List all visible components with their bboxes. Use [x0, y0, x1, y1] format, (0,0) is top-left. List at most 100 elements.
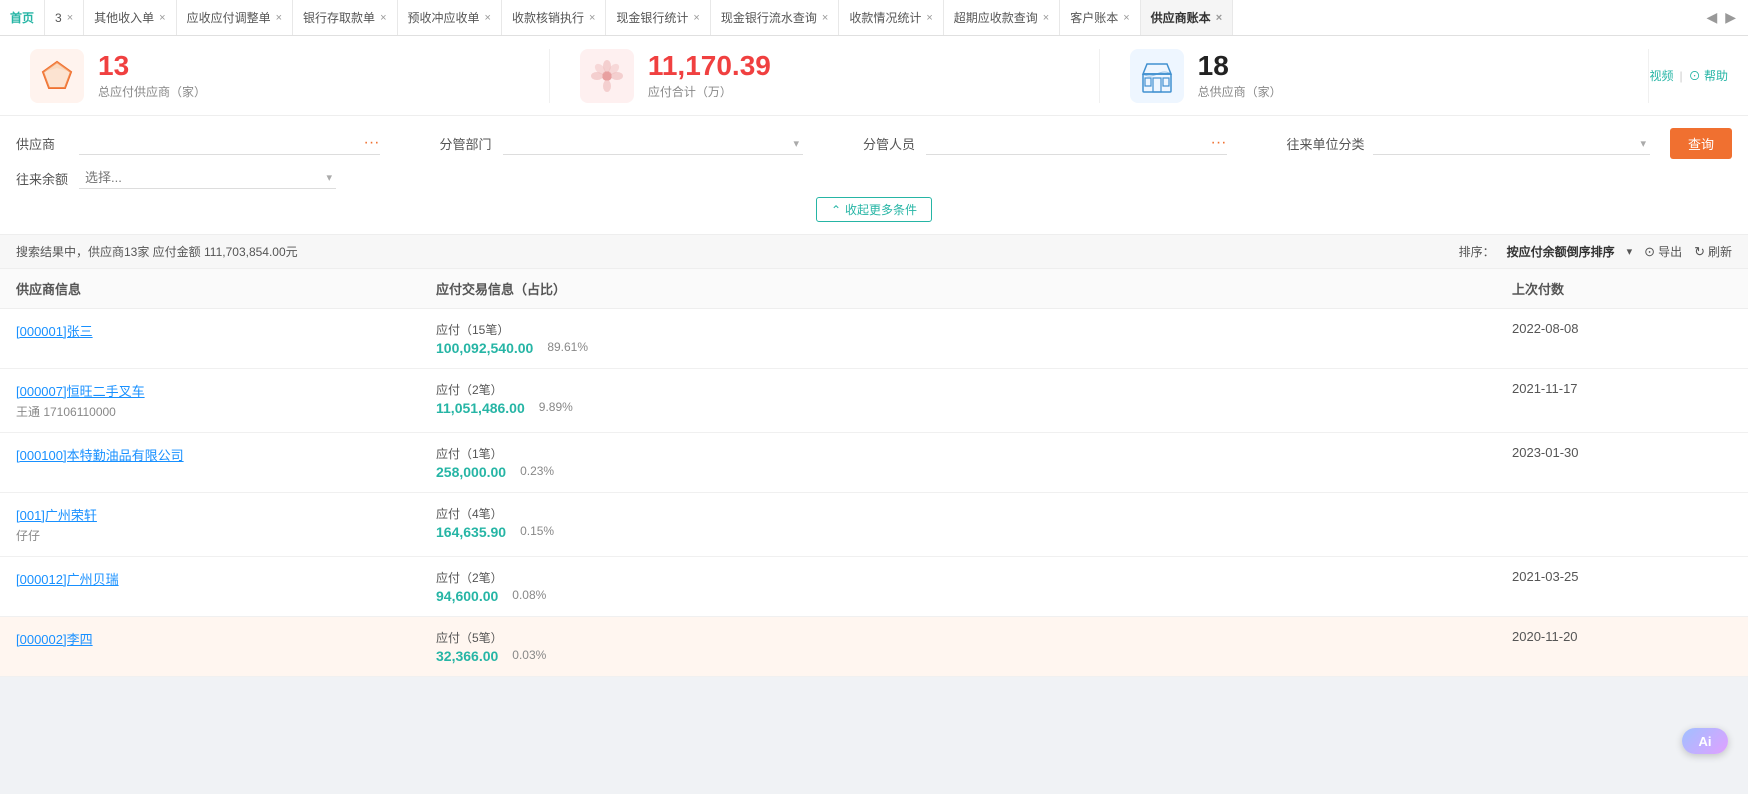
- lastpay-2: 2021-11-17: [1512, 381, 1732, 420]
- supplier-input[interactable]: [79, 133, 362, 154]
- nav-cash-bank-flow-label: 现金银行流水查询: [721, 9, 817, 26]
- nav-cash-bank-stats-label: 现金银行统计: [616, 9, 688, 26]
- trans-label-4: 应付（4笔）: [436, 505, 1512, 522]
- close-icon[interactable]: ×: [926, 12, 932, 24]
- supplier-link-6[interactable]: [000002]李四: [16, 629, 436, 648]
- export-icon: ⊙: [1644, 244, 1655, 260]
- nav-tab-home[interactable]: 首页: [0, 0, 45, 36]
- video-link[interactable]: 视频: [1650, 67, 1674, 84]
- category-input[interactable]: [1373, 133, 1641, 154]
- collapse-up-icon: ⌃: [831, 203, 841, 217]
- ai-button[interactable]: Ai: [1682, 728, 1728, 754]
- close-icon[interactable]: ×: [1043, 12, 1049, 24]
- search-button[interactable]: 查询: [1670, 128, 1732, 159]
- sort-dropdown-arrow[interactable]: ▾: [1627, 245, 1633, 258]
- close-icon[interactable]: ×: [822, 12, 828, 24]
- nav-tab-receipt-stats[interactable]: 收款情况统计 ×: [839, 0, 943, 36]
- filter-person: 分管人员 ···: [863, 133, 1227, 155]
- nav-tab-supplier-account[interactable]: 供应商账本 ×: [1141, 0, 1233, 36]
- trans-label-5: 应付（2笔）: [436, 569, 1512, 586]
- nav-tab-adjustment[interactable]: 应收应付调整单 ×: [177, 0, 293, 36]
- transaction-detail-3: 应付（1笔） 258,000.00 0.23%: [436, 445, 1512, 480]
- trans-amount-row-2: 11,051,486.00 9.89%: [436, 398, 1512, 416]
- stat-payable-suppliers-number: 13: [98, 51, 206, 82]
- close-icon[interactable]: ×: [276, 12, 282, 24]
- nav-tab-cash-bank-flow[interactable]: 现金银行流水查询 ×: [711, 0, 839, 36]
- nav-tab-customer-account[interactable]: 客户账本 ×: [1060, 0, 1140, 36]
- supplier-link-5[interactable]: [000012]广州贝瑞: [16, 569, 436, 588]
- close-icon[interactable]: ×: [589, 12, 595, 24]
- nav-customer-account-label: 客户账本: [1070, 9, 1118, 26]
- trans-pct-3: 0.23%: [520, 464, 554, 478]
- nav-tab-other-income[interactable]: 其他收入单 ×: [84, 0, 176, 36]
- table-row: [001]广州荣轩 仔仔 应付（4笔） 164,635.90 0.15%: [0, 493, 1748, 557]
- table-row: [000012]广州贝瑞 应付（2笔） 94,600.00 0.08% 2021…: [0, 557, 1748, 617]
- header-actions: 视频 | ⊙ 帮助: [1650, 67, 1748, 84]
- transaction-info-5: 应付（2笔） 94,600.00 0.08%: [436, 569, 1512, 604]
- supplier-link-2[interactable]: [000007]恒旺二手叉车: [16, 381, 436, 400]
- filter-supplier: 供应商 ···: [16, 133, 380, 155]
- trans-pct-5: 0.08%: [512, 588, 546, 602]
- supplier-link-3[interactable]: [000100]本特勤油品有限公司: [16, 445, 436, 464]
- top-navigation: 首页 3 × 其他收入单 × 应收应付调整单 × 银行存取款单 × 预收冲应收单…: [0, 0, 1748, 36]
- result-right-actions: 排序： 按应付余额倒序排序 ▾ ⊙ 导出 ↻ 刷新: [1459, 243, 1732, 260]
- trans-amount-row-5: 94,600.00 0.08%: [436, 586, 1512, 604]
- sort-value[interactable]: 按应付余额倒序排序: [1507, 243, 1615, 260]
- stat-payable-suppliers-info: 13 总应付供应商（家）: [98, 51, 206, 101]
- supplier-sub-4: 仔仔: [16, 527, 436, 544]
- result-summary: 搜索结果中，供应商13家 应付金额 111,703,854.00元: [16, 243, 298, 260]
- refresh-button[interactable]: ↻ 刷新: [1694, 243, 1732, 260]
- table-row: [000007]恒旺二手叉车 王通 17106110000 应付（2笔） 11,…: [0, 369, 1748, 433]
- close-icon[interactable]: ×: [1216, 12, 1222, 24]
- filter-row-2: 往来余额 ▾: [16, 167, 1732, 189]
- export-label: 导出: [1658, 243, 1682, 260]
- supplier-link-4[interactable]: [001]广州荣轩: [16, 505, 436, 524]
- close-icon[interactable]: ×: [1123, 12, 1129, 24]
- nav-home-label: 首页: [10, 9, 34, 26]
- filter-category: 往来单位分类 ▾: [1287, 133, 1651, 155]
- nav-tab-overdue-query[interactable]: 超期应收款查询 ×: [944, 0, 1060, 36]
- flower-icon: [580, 49, 634, 103]
- supplier-info-1: [000001]张三: [16, 321, 436, 356]
- trans-pct-1: 89.61%: [547, 340, 588, 354]
- refresh-icon: ↻: [1694, 244, 1705, 260]
- nav-prev-arrow[interactable]: ◀: [1702, 7, 1721, 28]
- supplier-link-1[interactable]: [000001]张三: [16, 321, 436, 340]
- nav-tab-advance-collect[interactable]: 预收冲应收单 ×: [398, 0, 502, 36]
- nav-overdue-query-label: 超期应收款查询: [954, 9, 1038, 26]
- person-input[interactable]: [926, 133, 1209, 154]
- supplier-sub-2: 王通 17106110000: [16, 403, 436, 420]
- nav-tab-3[interactable]: 3 ×: [45, 0, 84, 36]
- trans-pct-4: 0.15%: [520, 524, 554, 538]
- store-icon: [1130, 49, 1184, 103]
- category-input-wrap: ▾: [1373, 133, 1650, 155]
- help-link[interactable]: ⊙ 帮助: [1689, 67, 1728, 84]
- balance-dropdown-arrow[interactable]: ▾: [326, 171, 336, 184]
- transaction-detail-2: 应付（2笔） 11,051,486.00 9.89%: [436, 381, 1512, 416]
- close-icon[interactable]: ×: [693, 12, 699, 24]
- dept-dropdown-arrow[interactable]: ▾: [793, 137, 803, 150]
- category-dropdown-arrow[interactable]: ▾: [1640, 137, 1650, 150]
- nav-tab-receipt-verify[interactable]: 收款核销执行 ×: [502, 0, 606, 36]
- stat-total-suppliers-info: 18 总供应商（家）: [1198, 51, 1282, 101]
- nav-receipt-verify-label: 收款核销执行: [512, 9, 584, 26]
- lastpay-5: 2021-03-25: [1512, 569, 1732, 604]
- person-dots-icon[interactable]: ···: [1211, 134, 1227, 152]
- close-icon[interactable]: ×: [159, 12, 165, 24]
- nav-tab-bank-deposit[interactable]: 银行存取款单 ×: [293, 0, 397, 36]
- close-icon[interactable]: ×: [67, 12, 73, 24]
- close-icon[interactable]: ×: [485, 12, 491, 24]
- close-icon[interactable]: ×: [380, 12, 386, 24]
- lastpay-6: 2020-11-20: [1512, 629, 1732, 664]
- transaction-info-3: 应付（1笔） 258,000.00 0.23%: [436, 445, 1512, 480]
- supplier-dots-icon[interactable]: ···: [364, 134, 380, 152]
- balance-input[interactable]: [79, 167, 326, 188]
- nav-tab-cash-bank-stats[interactable]: 现金银行统计 ×: [606, 0, 710, 36]
- category-filter-label: 往来单位分类: [1287, 134, 1365, 153]
- collapse-button[interactable]: ⌃ 收起更多条件: [816, 197, 932, 222]
- header-lastpay: 上次付数: [1512, 279, 1732, 298]
- nav-next-arrow[interactable]: ▶: [1721, 7, 1740, 28]
- dept-input[interactable]: [503, 133, 794, 154]
- transaction-info-4: 应付（4笔） 164,635.90 0.15%: [436, 505, 1512, 544]
- export-button[interactable]: ⊙ 导出: [1644, 243, 1682, 260]
